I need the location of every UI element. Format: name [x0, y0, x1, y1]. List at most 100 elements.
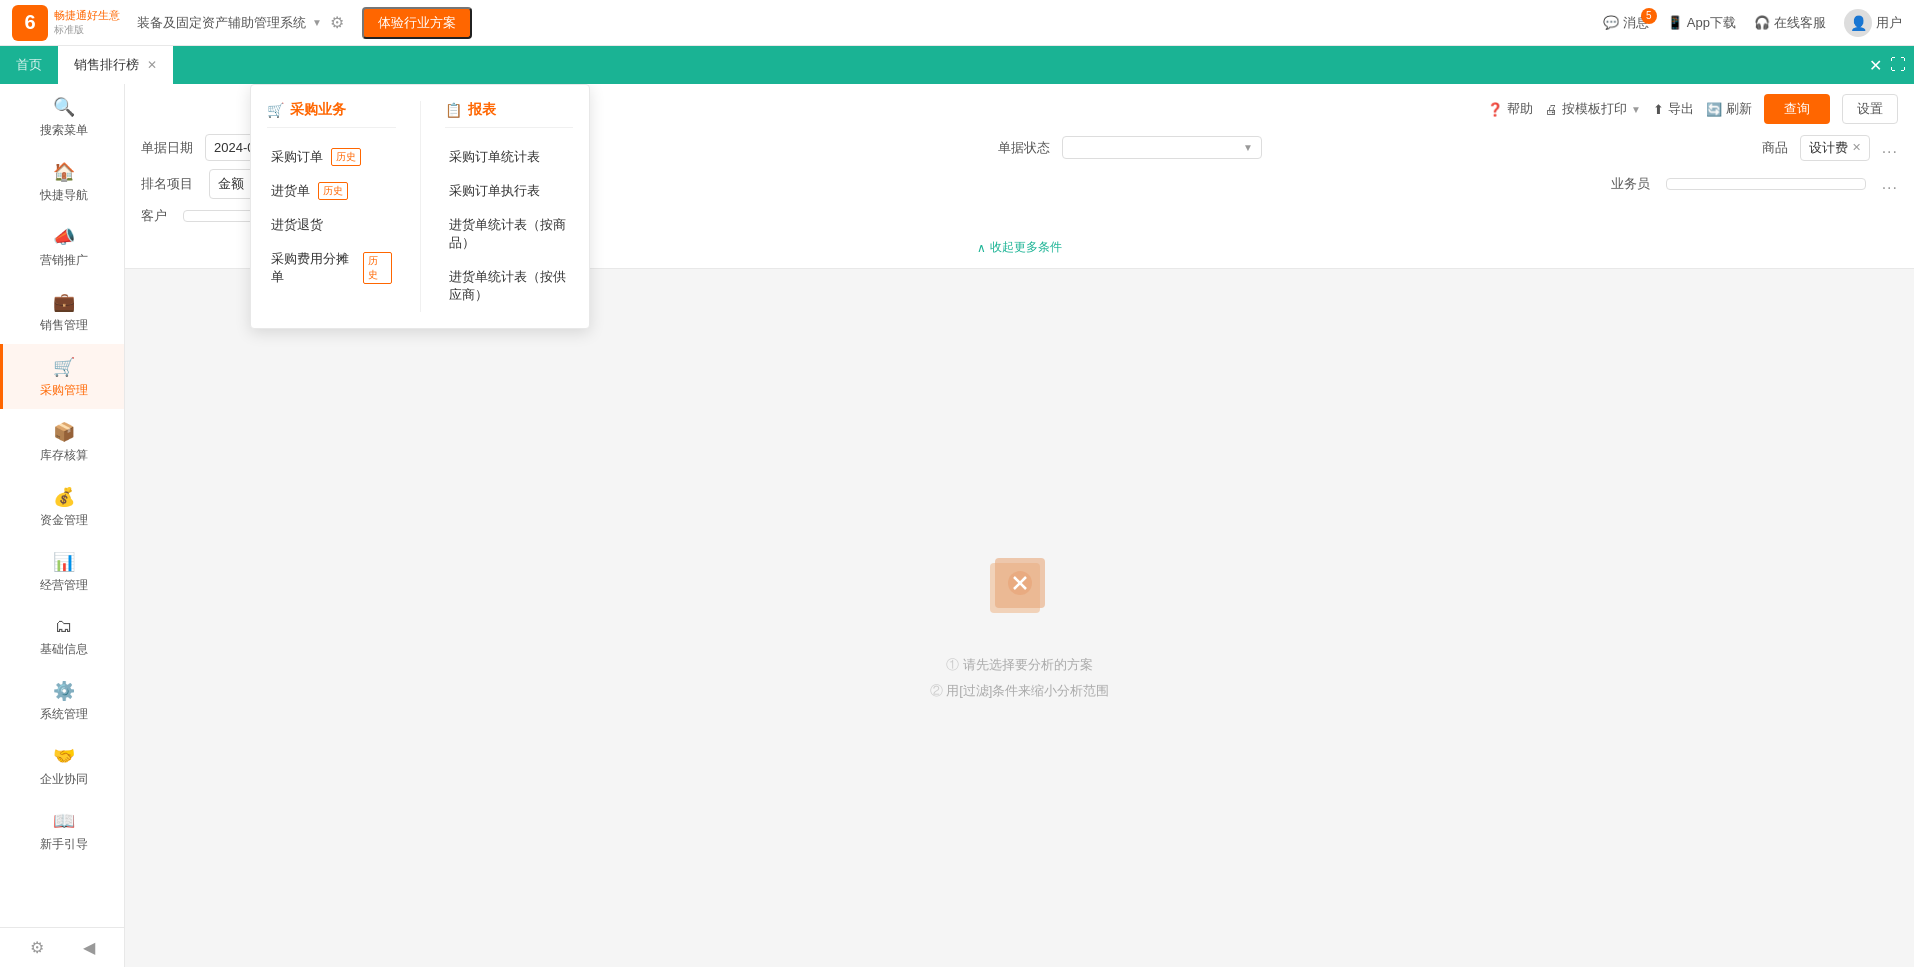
dropdown-item-return[interactable]: 进货退货: [267, 208, 396, 242]
purchase-fee-label: 采购费用分摊单: [271, 250, 355, 286]
messages-badge: 5: [1641, 8, 1657, 24]
app-download-btn[interactable]: 📱 App下载: [1667, 14, 1736, 32]
dropdown-menu: 🛒 采购业务 采购订单 历史 进货单 历史 进货退货: [250, 84, 590, 329]
hint-dot-2: ②: [930, 683, 943, 698]
dropdown-item-inbound[interactable]: 进货单 历史: [267, 174, 396, 208]
query-button[interactable]: 查询: [1764, 94, 1830, 124]
sidebar-bottom: ⚙ ◀: [0, 927, 124, 967]
dropdown-item-purchase-order-exec[interactable]: 采购订单执行表: [445, 174, 574, 208]
inbound-label: 进货单: [271, 182, 310, 200]
logo-text-area: 畅捷通好生意 标准版: [54, 8, 120, 36]
salesman-select[interactable]: [1666, 178, 1866, 190]
sidebar-label-sales: 销售管理: [40, 317, 88, 334]
export-btn[interactable]: ⬆ 导出: [1653, 100, 1694, 118]
refresh-btn[interactable]: 🔄 刷新: [1706, 100, 1752, 118]
empty-illustration: [970, 533, 1070, 636]
industry-btn[interactable]: 体验行业方案: [362, 7, 472, 39]
sidebar-label-funds: 资金管理: [40, 512, 88, 529]
report-col-title: 📋 报表: [445, 101, 574, 128]
doc-status-label: 单据状态: [998, 139, 1050, 157]
sidebar-item-operations[interactable]: 📊 经营管理: [0, 539, 124, 604]
doc-status-chevron-icon: ▼: [1243, 142, 1253, 153]
purchase-col-title: 🛒 采购业务: [267, 101, 396, 128]
messages-btn[interactable]: 💬 消息 5: [1603, 14, 1649, 32]
content-area: ❓ 帮助 🖨 按模板打印 ▼ ⬆ 导出 🔄 刷新 查询 设置: [125, 84, 1914, 967]
dropdown-item-inbound-stat-goods[interactable]: 进货单统计表（按商品）: [445, 208, 574, 260]
marketing-icon: 📣: [53, 226, 75, 248]
gear-icon[interactable]: ⚙: [330, 13, 344, 32]
collapse-chevron-icon: ∧: [977, 241, 986, 255]
print-btn[interactable]: 🖨 按模板打印 ▼: [1545, 100, 1641, 118]
purchase-col-label: 采购业务: [290, 101, 346, 119]
sidebar-label-purchase: 采购管理: [40, 382, 88, 399]
sidebar-item-marketing[interactable]: 📣 营销推广: [0, 214, 124, 279]
sidebar-item-funds[interactable]: 💰 资金管理: [0, 474, 124, 539]
goods-more-icon[interactable]: ...: [1882, 139, 1898, 157]
print-label: 按模板打印: [1562, 100, 1627, 118]
refresh-icon: 🔄: [1706, 102, 1722, 117]
inbound-history-badge: 历史: [318, 182, 348, 200]
sidebar-item-sales[interactable]: 💼 销售管理: [0, 279, 124, 344]
sidebar-item-purchase[interactable]: 🛒 采购管理: [0, 344, 124, 409]
sidebar-item-guide[interactable]: 📖 新手引导: [0, 798, 124, 863]
help-label: 帮助: [1507, 100, 1533, 118]
empty-hint-2: ② 用[过滤]条件来缩小分析范围: [930, 678, 1110, 704]
tab-sales-ranking[interactable]: 销售排行榜 ✕: [58, 46, 173, 84]
basic-icon: 🗂: [55, 616, 73, 637]
sidebar-item-quicknav[interactable]: 🏠 快捷导航: [0, 149, 124, 214]
purchase-col: 🛒 采购业务 采购订单 历史 进货单 历史 进货退货: [267, 101, 396, 312]
sidebar-item-enterprise[interactable]: 🤝 企业协同: [0, 733, 124, 798]
close-all-icon[interactable]: ✕: [1869, 56, 1882, 75]
home-icon: 🏠: [53, 161, 75, 183]
logo-area: 6 畅捷通好生意 标准版: [12, 5, 137, 41]
dropdown-item-purchase-order[interactable]: 采购订单 历史: [267, 140, 396, 174]
dropdown-item-purchase-order-stat[interactable]: 采购订单统计表: [445, 140, 574, 174]
headset-icon: 🎧: [1754, 15, 1770, 30]
sidebar-item-stock[interactable]: 📦 库存核算: [0, 409, 124, 474]
sidebar-item-search[interactable]: 🔍 搜索菜单: [0, 84, 124, 149]
inbound-stat-goods-label: 进货单统计表（按商品）: [449, 216, 570, 252]
purchase-order-label: 采购订单: [271, 148, 323, 166]
purchase-icon: 🛒: [53, 356, 75, 378]
inbound-stat-supplier-label: 进货单统计表（按供应商）: [449, 268, 570, 304]
funds-icon: 💰: [53, 486, 75, 508]
report-col-label: 报表: [468, 101, 496, 119]
logo-icon: 6: [12, 5, 48, 41]
tab-close-icon[interactable]: ✕: [147, 58, 157, 72]
sidebar-item-basic[interactable]: 🗂 基础信息: [0, 604, 124, 668]
sidebar-collapse-icon[interactable]: ◀: [83, 938, 95, 957]
message-icon: 💬: [1603, 15, 1619, 30]
sidebar-label-marketing: 营销推广: [40, 252, 88, 269]
tab-sales-ranking-label: 销售排行榜: [74, 56, 139, 74]
sidebar-label-basic: 基础信息: [40, 641, 88, 658]
operations-icon: 📊: [53, 551, 75, 573]
expand-icon[interactable]: ⛶: [1890, 56, 1906, 74]
goods-tag-remove-icon[interactable]: ✕: [1852, 141, 1861, 154]
system-icon: ⚙️: [53, 680, 75, 702]
purchase-dropdown: 🛒 采购业务 采购订单 历史 进货单 历史 进货退货: [250, 84, 590, 329]
chevron-down-icon[interactable]: ▼: [312, 17, 322, 28]
sidebar: 🔍 搜索菜单 🏠 快捷导航 📣 营销推广 💼 销售管理 🛒 采购管理 📦 库存核…: [0, 84, 125, 967]
tabbar: 首页 销售排行榜 ✕ ✕ ⛶: [0, 46, 1914, 84]
sidebar-settings-icon[interactable]: ⚙: [30, 938, 44, 957]
logo-text: 畅捷通好生意: [54, 8, 120, 22]
dropdown-item-purchase-fee[interactable]: 采购费用分摊单 历史: [267, 242, 396, 294]
sidebar-label-operations: 经营管理: [40, 577, 88, 594]
collapse-btn[interactable]: ∧ 收起更多条件: [977, 239, 1062, 256]
report-col: 📋 报表 采购订单统计表 采购订单执行表 进货单统计表（按商品） 进货单统计表（…: [445, 101, 574, 312]
tab-home-label: 首页: [16, 56, 42, 74]
user-menu-btn[interactable]: 👤 用户: [1844, 9, 1902, 37]
export-label: 导出: [1668, 100, 1694, 118]
sidebar-label-guide: 新手引导: [40, 836, 88, 853]
online-service-btn[interactable]: 🎧 在线客服: [1754, 14, 1826, 32]
settings-button[interactable]: 设置: [1842, 94, 1898, 124]
help-btn[interactable]: ❓ 帮助: [1487, 100, 1533, 118]
sidebar-label-system: 系统管理: [40, 706, 88, 723]
dropdown-item-inbound-stat-supplier[interactable]: 进货单统计表（按供应商）: [445, 260, 574, 312]
sales-icon: 💼: [53, 291, 75, 313]
sidebar-item-system[interactable]: ⚙️ 系统管理: [0, 668, 124, 733]
search-icon: 🔍: [53, 96, 75, 118]
doc-status-select[interactable]: ▼: [1062, 136, 1262, 159]
salesman-more-icon[interactable]: ...: [1882, 175, 1898, 193]
tab-home[interactable]: 首页: [0, 46, 58, 84]
